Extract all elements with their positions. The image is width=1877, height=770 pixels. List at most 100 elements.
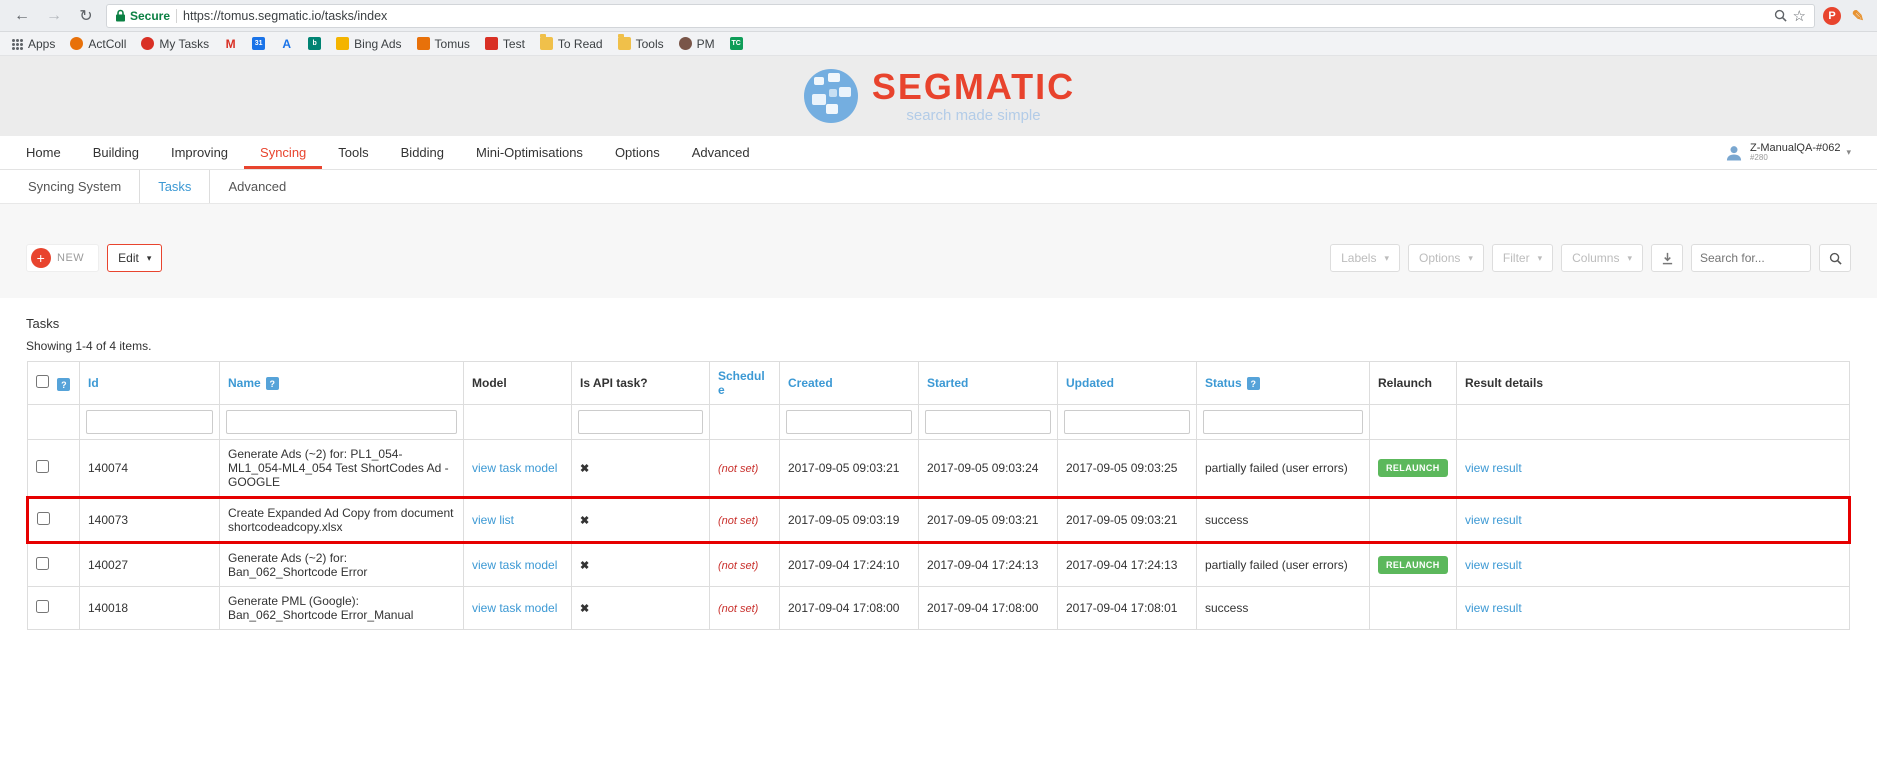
header-status[interactable]: Status?	[1196, 361, 1370, 405]
header-name[interactable]: Name?	[219, 361, 464, 405]
header-started[interactable]: Started	[918, 361, 1058, 405]
bookmark-item[interactable]: 31	[252, 37, 266, 50]
nav-item-advanced[interactable]: Advanced	[676, 136, 766, 169]
tab-tasks[interactable]: Tasks	[139, 170, 211, 203]
header-created[interactable]: Created	[779, 361, 919, 405]
toolbar-band: + NEW Edit Labels Options Filter Columns	[0, 204, 1877, 298]
view-result-link[interactable]: view result	[1465, 558, 1522, 572]
name-filter-input[interactable]	[226, 410, 457, 434]
bookmark-item[interactable]: Test	[484, 37, 525, 51]
is-api-filter-input[interactable]	[578, 410, 703, 434]
nav-item-options[interactable]: Options	[599, 136, 676, 169]
status-filter-input[interactable]	[1203, 410, 1363, 434]
row-checkbox[interactable]	[37, 512, 50, 525]
bookmark-item[interactable]: TC	[729, 37, 743, 50]
cell-started: 2017-09-05 09:03:24	[918, 439, 1058, 498]
created-filter-input[interactable]	[786, 410, 912, 434]
table-row: 140074 Generate Ads (~2) for: PL1_054-ML…	[27, 439, 1850, 498]
cell-name: Generate Ads (~2) for: PL1_054-ML1_054-M…	[219, 439, 464, 498]
nav-item-tools[interactable]: Tools	[322, 136, 384, 169]
columns-dropdown-button[interactable]: Columns	[1561, 244, 1643, 272]
header-updated[interactable]: Updated	[1057, 361, 1197, 405]
row-checkbox[interactable]	[36, 600, 49, 613]
bookmark-star-icon[interactable]: ☆	[1793, 7, 1806, 25]
tab-syncing-system[interactable]: Syncing System	[10, 170, 139, 203]
filter-dropdown-button[interactable]: Filter	[1491, 244, 1554, 272]
bookmark-item[interactable]: To Read	[539, 34, 603, 51]
bing-ads-icon	[336, 37, 350, 50]
globe-icon	[803, 69, 858, 123]
model-link[interactable]: view list	[472, 513, 514, 527]
bookmark-item[interactable]: Tomus	[416, 37, 470, 51]
nav-item-syncing[interactable]: Syncing	[244, 136, 322, 169]
address-bar[interactable]: Secure https://tomus.segmatic.io/tasks/i…	[106, 3, 1815, 28]
back-button[interactable]: ←	[10, 4, 34, 28]
bookmark-label: Bing Ads	[354, 36, 402, 51]
export-download-button[interactable]	[1651, 244, 1683, 272]
nav-item-mini-optimisations[interactable]: Mini-Optimisations	[460, 136, 599, 169]
relaunch-button[interactable]: RELAUNCH	[1378, 459, 1448, 477]
secure-badge[interactable]: Secure	[115, 9, 170, 23]
row-checkbox[interactable]	[36, 557, 49, 570]
view-result-link[interactable]: view result	[1465, 461, 1522, 475]
tab-advanced[interactable]: Advanced	[210, 170, 304, 203]
search-button[interactable]	[1819, 244, 1851, 272]
nav-item-building[interactable]: Building	[77, 136, 155, 169]
nav-item-home[interactable]: Home	[10, 136, 77, 169]
gmail-icon: M	[225, 36, 236, 51]
row-checkbox[interactable]	[36, 460, 49, 473]
cell-schedule: (not set)	[718, 603, 759, 615]
bookmark-label: PM	[696, 36, 715, 51]
forward-button[interactable]: →	[42, 4, 66, 28]
bookmark-item[interactable]: My Tasks	[141, 37, 209, 51]
started-filter-input[interactable]	[925, 410, 1051, 434]
bookmark-item[interactable]: Tools	[617, 34, 664, 51]
nav-item-improving[interactable]: Improving	[155, 136, 244, 169]
zoom-icon[interactable]	[1774, 9, 1787, 22]
folder-icon	[539, 34, 553, 50]
updated-filter-input[interactable]	[1064, 410, 1190, 434]
content-area: Tasks Showing 1-4 of 4 items. ? Id Name?…	[0, 298, 1877, 648]
bookmark-item[interactable]: b	[308, 37, 322, 50]
bookmark-item[interactable]: ActColl	[70, 37, 126, 51]
options-dropdown-button[interactable]: Options	[1408, 244, 1484, 272]
cell-started: 2017-09-04 17:24:13	[918, 542, 1058, 587]
bookmark-item[interactable]: A	[280, 37, 293, 51]
bookmark-item[interactable]: Bing Ads	[336, 36, 402, 51]
refresh-button[interactable]: ↻	[74, 4, 98, 28]
model-link[interactable]: view task model	[472, 601, 557, 615]
view-result-link[interactable]: view result	[1465, 513, 1522, 527]
view-result-link[interactable]: view result	[1465, 601, 1522, 615]
bookmark-item[interactable]: PM	[678, 36, 715, 51]
url-text[interactable]: https://tomus.segmatic.io/tasks/index	[183, 9, 1768, 23]
results-summary: Showing 1-4 of 4 items.	[26, 339, 152, 353]
select-all-checkbox[interactable]	[36, 374, 49, 388]
p-extension-icon[interactable]: P	[1823, 6, 1841, 25]
help-icon[interactable]: ?	[265, 377, 279, 391]
nav-item-bidding[interactable]: Bidding	[385, 136, 460, 169]
user-menu[interactable]: Z-ManualQA-#062 #280 ▾	[1724, 136, 1867, 169]
new-button[interactable]: + NEW	[26, 244, 100, 272]
id-filter-input[interactable]	[86, 410, 213, 434]
model-link[interactable]: view task model	[472, 461, 557, 475]
header-id[interactable]: Id	[79, 361, 220, 405]
labels-dropdown-button[interactable]: Labels	[1330, 244, 1401, 272]
page-title: Tasks	[26, 316, 60, 331]
pencil-extension-icon[interactable]: ✎	[1849, 7, 1867, 25]
relaunch-button[interactable]: RELAUNCH	[1378, 556, 1448, 574]
cell-name: Generate PML (Google): Ban_062_Shortcode…	[219, 586, 464, 630]
bookmark-item[interactable]: M	[224, 36, 237, 51]
help-icon[interactable]: ?	[57, 378, 71, 392]
header-relaunch: Relaunch	[1369, 361, 1457, 405]
logo-tagline: search made simple	[906, 106, 1041, 124]
model-link[interactable]: view task model	[472, 558, 557, 572]
search-input[interactable]	[1691, 244, 1811, 272]
bookmark-item[interactable]: Apps	[10, 37, 55, 51]
edit-dropdown-button[interactable]: Edit	[107, 244, 163, 272]
cell-updated: 2017-09-05 09:03:21	[1057, 496, 1197, 544]
header-schedule[interactable]: Schedule	[709, 361, 780, 405]
cell-name: Generate Ads (~2) for: Ban_062_Shortcode…	[219, 542, 464, 587]
help-icon[interactable]: ?	[1246, 377, 1260, 391]
cell-updated: 2017-09-05 09:03:25	[1057, 439, 1197, 498]
my-tasks-icon	[141, 37, 155, 50]
